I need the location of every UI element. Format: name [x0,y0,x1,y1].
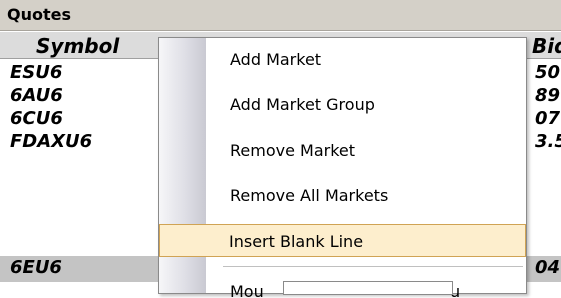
menu-item-label: Add Market [230,50,322,69]
menu-item-label: Add Market Group [230,95,375,114]
context-menu: Add Market Add Market Group Remove Marke… [158,37,527,298]
symbol-cell: 6EU6 [10,257,62,278]
menu-item-label: Remove Market [230,141,356,160]
bid-cell: 3.5 [535,131,561,152]
menu-item-label: Mou [230,282,264,298]
bid-cell: 89 [535,85,561,106]
window-title: Quotes [7,5,72,24]
menu-item-add-market-group[interactable]: Add Market Group [161,89,524,119]
quotes-panel: Quotes Symbol Bid ESU6 50 6AU6 89 6CU6 0… [0,0,561,298]
symbol-cell: ESU6 [10,62,63,83]
bid-cell: 07 [535,108,561,129]
bid-column-header[interactable]: Bid [532,34,561,58]
symbol-column-header[interactable]: Symbol [36,34,119,58]
symbol-cell: FDAXU6 [10,131,93,152]
menu-item-label: Remove All Markets [230,186,389,205]
menu-item-label: Insert Blank Line [229,232,364,251]
menu-item-add-market[interactable]: Add Market [161,44,524,74]
tooltip-overlay-box [283,281,453,295]
menu-item-remove-all-markets[interactable]: Remove All Markets [161,180,524,210]
bid-cell: 50 [535,62,561,83]
menu-separator [223,266,523,267]
menu-item-insert-blank-line[interactable]: Insert Blank Line [159,224,526,257]
symbol-cell: 6AU6 [10,85,63,106]
bid-cell: 04 [535,257,561,278]
quotes-title-bar: Quotes [0,0,561,31]
menu-item-remove-market[interactable]: Remove Market [161,135,524,165]
symbol-cell: 6CU6 [10,108,63,129]
